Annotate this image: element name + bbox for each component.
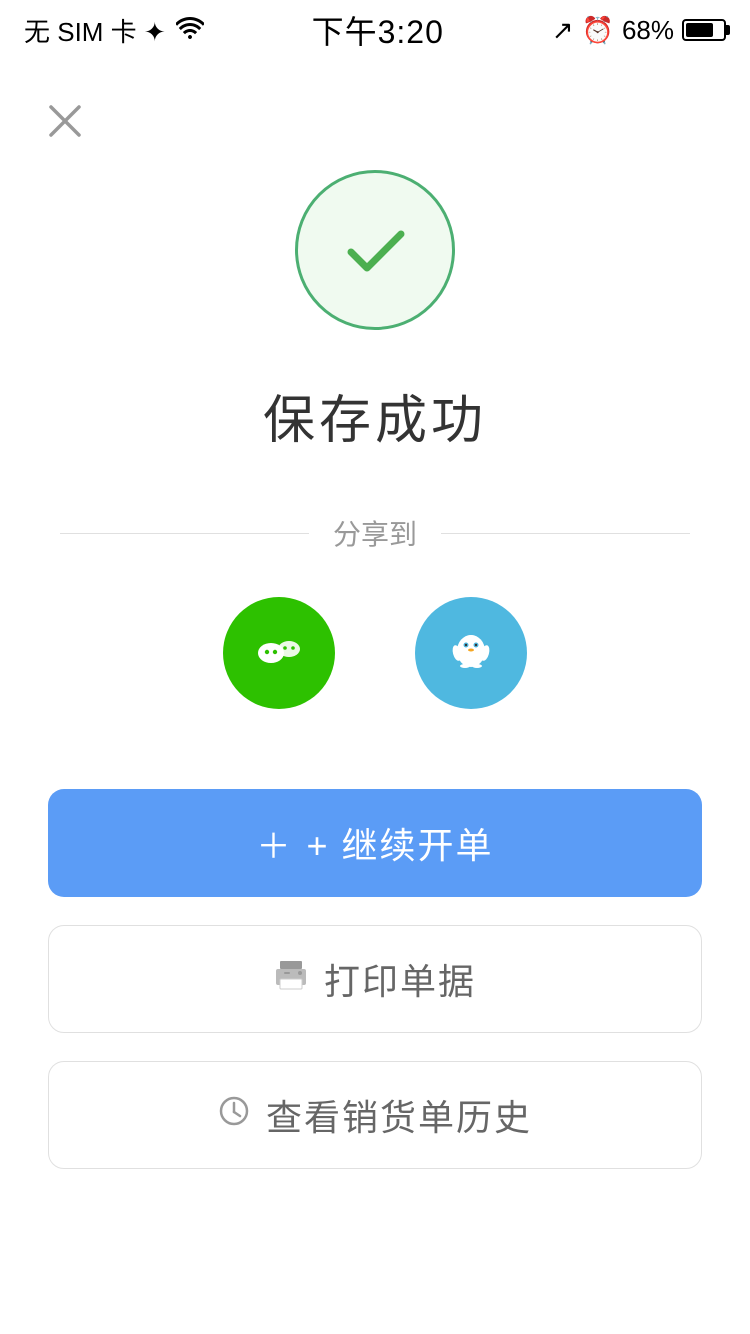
status-left: 无 SIM 卡 ✦ — [24, 12, 204, 49]
success-circle — [295, 170, 455, 330]
close-button[interactable] — [40, 96, 90, 146]
wifi-icon — [176, 15, 204, 46]
continue-button[interactable]: ＋ + 继续开单 — [48, 789, 702, 897]
location-icon: ↗ — [552, 15, 574, 46]
clock-icon — [218, 1095, 250, 1135]
success-title: 保存成功 — [263, 378, 487, 453]
share-divider: 分享到 — [0, 513, 750, 553]
print-button[interactable]: 打印单据 — [48, 925, 702, 1033]
continue-label: + 继续开单 — [306, 817, 493, 869]
success-section: 保存成功 分享到 — [0, 60, 750, 1169]
divider-right — [441, 533, 690, 534]
action-buttons: ＋ + 继续开单 打印单据 — [0, 789, 750, 1169]
qq-share-button[interactable] — [415, 597, 527, 709]
share-section: 分享到 — [0, 513, 750, 709]
status-bar: 无 SIM 卡 ✦ 下午3:20 ↗ ⏰ 68% — [0, 0, 750, 60]
divider-left — [60, 533, 309, 534]
print-label: 打印单据 — [324, 953, 476, 1005]
history-button[interactable]: 查看销货单历史 — [48, 1061, 702, 1169]
main-content: 保存成功 分享到 — [0, 60, 750, 1334]
close-icon — [47, 103, 83, 139]
checkmark-icon — [335, 210, 415, 290]
alarm-icon: ⏰ — [582, 15, 614, 46]
battery-percent: 68% — [622, 15, 674, 46]
status-right: ↗ ⏰ 68% — [552, 15, 726, 46]
sim-label: 无 SIM 卡 ✦ — [24, 12, 166, 49]
plus-icon: ＋ — [256, 819, 290, 868]
wechat-share-button[interactable] — [223, 597, 335, 709]
qq-icon — [441, 623, 501, 683]
battery-icon — [682, 19, 726, 41]
share-label: 分享到 — [309, 513, 441, 553]
printer-icon — [274, 959, 308, 999]
history-label: 查看销货单历史 — [266, 1089, 532, 1141]
time-display: 下午3:20 — [312, 7, 444, 53]
wechat-icon — [247, 621, 311, 685]
share-icons-row — [0, 597, 750, 709]
